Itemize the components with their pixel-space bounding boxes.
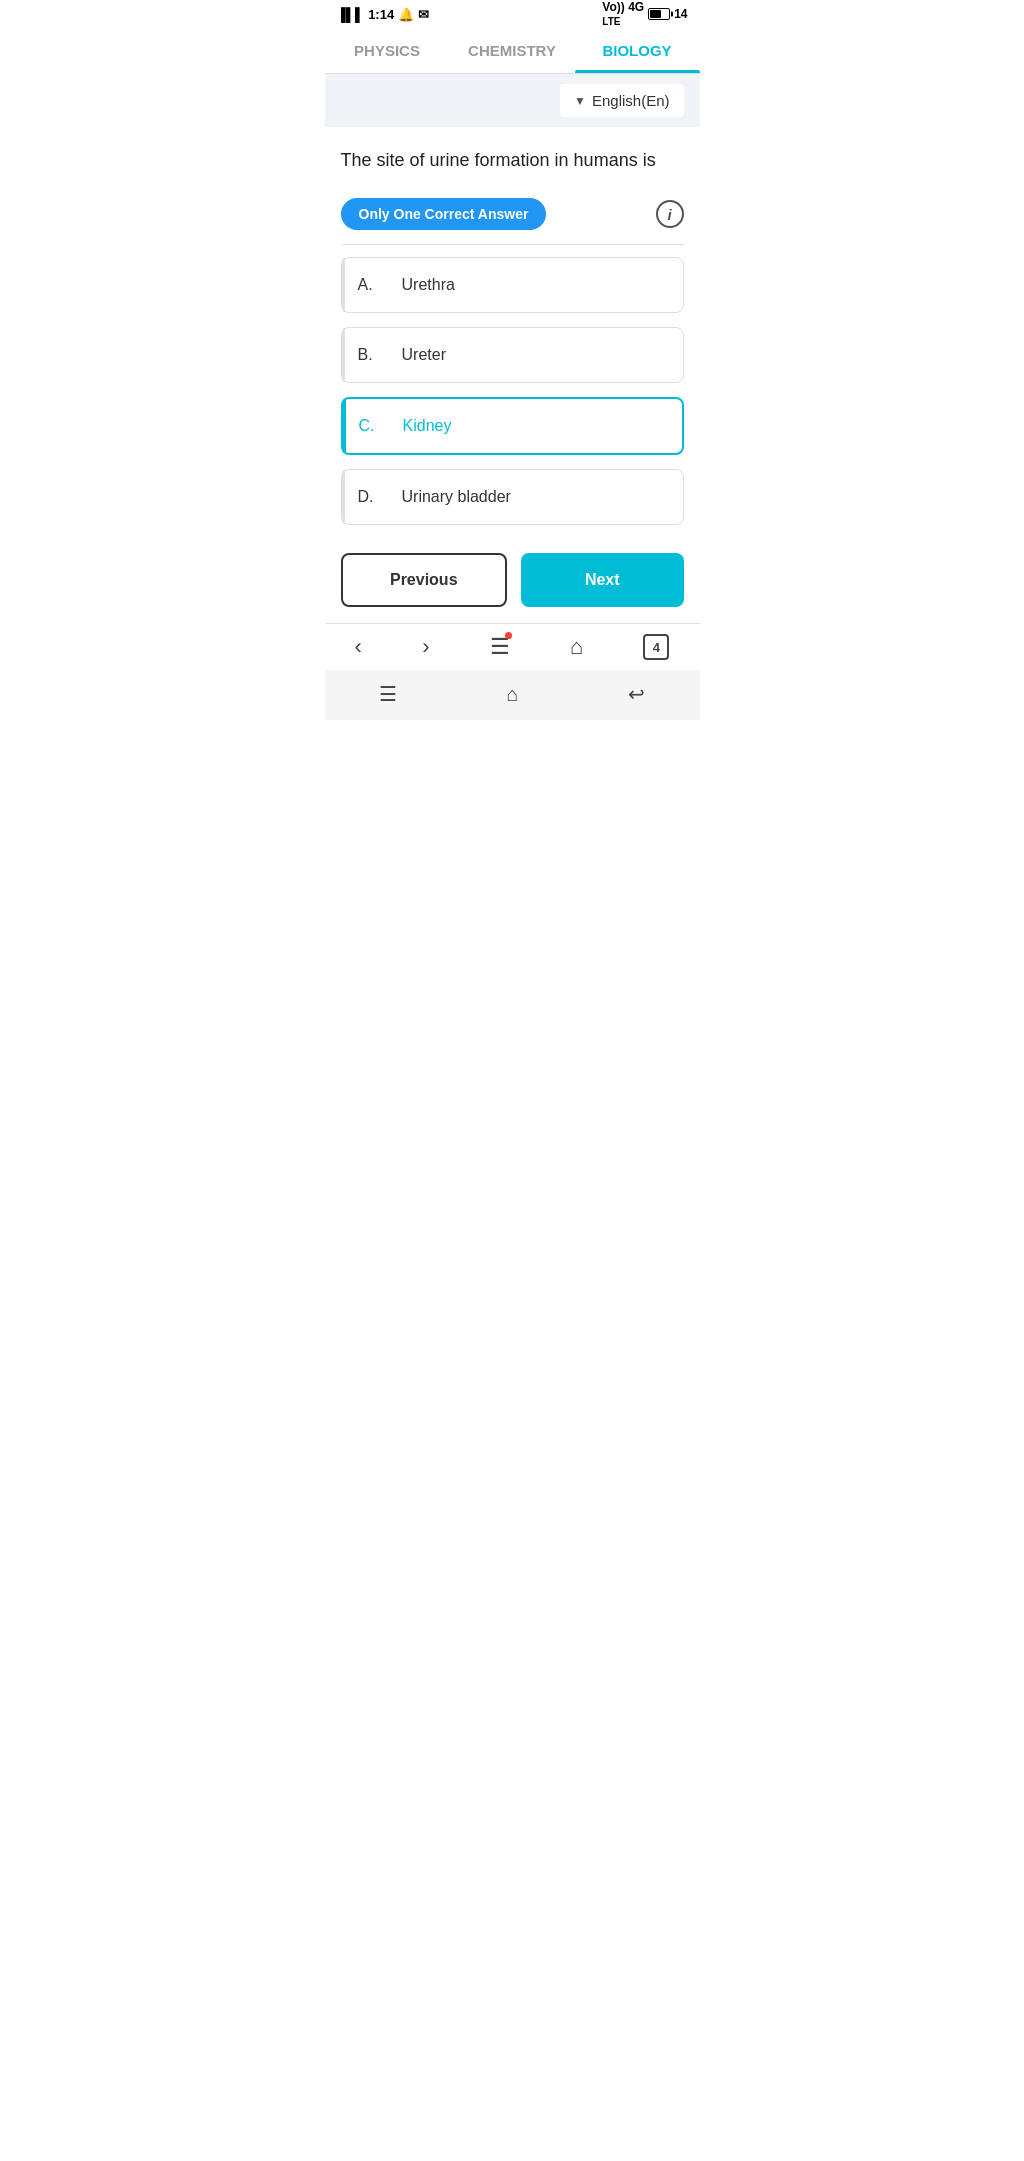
answer-type-badge: Only One Correct Answer <box>341 198 547 230</box>
email-icon: ✉ <box>418 7 429 22</box>
option-c-text: Kidney <box>403 417 452 435</box>
question-area: The site of urine formation in humans is <box>325 127 700 184</box>
option-d[interactable]: D. Urinary bladder <box>341 469 684 525</box>
option-d-label: D. <box>358 488 388 506</box>
app-bottom-bar: ‹ › ☰ ⌂ 4 <box>325 623 700 670</box>
option-b-text: Ureter <box>402 346 446 364</box>
info-icon[interactable]: i <box>656 200 684 228</box>
option-a-text: Urethra <box>402 276 455 294</box>
back-app-icon[interactable]: ‹ <box>355 634 362 660</box>
option-a[interactable]: A. Urethra <box>341 257 684 313</box>
tab-chemistry[interactable]: CHEMISTRY <box>450 28 575 73</box>
badge-row: Only One Correct Answer i <box>325 184 700 244</box>
system-hamburger-icon: ☰ <box>379 683 397 705</box>
back-chevron-icon: ‹ <box>355 634 362 660</box>
status-right: Vo)) 4GLTE 14 <box>602 0 687 28</box>
forward-chevron-icon: › <box>422 634 429 660</box>
options-area: A. Urethra B. Ureter C. Kidney D. Urinar… <box>325 245 700 537</box>
signal-icon: ▐▌▌ <box>337 7 365 22</box>
call-icon: 🔔 <box>398 7 414 22</box>
tab-count-badge: 4 <box>643 634 669 660</box>
square-app-icon[interactable]: 4 <box>643 634 669 660</box>
question-text: The site of urine formation in humans is <box>341 147 684 174</box>
option-c-label: C. <box>359 417 389 435</box>
language-selector[interactable]: ▼ English(En) <box>560 84 683 117</box>
battery-icon <box>648 8 670 20</box>
option-c[interactable]: C. Kidney <box>341 397 684 455</box>
nav-buttons: Previous Next <box>325 537 700 623</box>
system-back-icon[interactable]: ↩ <box>628 682 645 706</box>
time: 1:14 <box>368 7 394 22</box>
system-nav-bar: ☰ ⌂ ↩ <box>325 670 700 720</box>
option-b[interactable]: B. Ureter <box>341 327 684 383</box>
menu-app-icon[interactable]: ☰ <box>490 634 510 660</box>
option-d-text: Urinary bladder <box>402 488 511 506</box>
system-home-glyph: ⌂ <box>506 683 518 705</box>
next-button[interactable]: Next <box>521 553 684 607</box>
forward-app-icon[interactable]: › <box>422 634 429 660</box>
notification-dot <box>505 632 512 639</box>
chevron-down-icon: ▼ <box>574 94 586 108</box>
battery-level: 14 <box>674 7 687 21</box>
home-icon: ⌂ <box>570 634 583 660</box>
tab-biology[interactable]: BIOLOGY <box>575 28 700 73</box>
subject-tabs: PHYSICS CHEMISTRY BIOLOGY <box>325 28 700 74</box>
option-b-label: B. <box>358 346 388 364</box>
language-label: English(En) <box>592 92 670 109</box>
previous-button[interactable]: Previous <box>341 553 508 607</box>
tab-physics[interactable]: PHYSICS <box>325 28 450 73</box>
system-home-icon[interactable]: ⌂ <box>506 683 518 706</box>
language-bar: ▼ English(En) <box>325 74 700 127</box>
system-back-glyph: ↩ <box>628 683 645 705</box>
option-a-label: A. <box>358 276 388 294</box>
status-bar: ▐▌▌ 1:14 🔔 ✉ Vo)) 4GLTE 14 <box>325 0 700 28</box>
home-app-icon[interactable]: ⌂ <box>570 634 583 660</box>
system-menu-icon[interactable]: ☰ <box>379 682 397 706</box>
lte-label: Vo)) 4GLTE <box>602 0 644 28</box>
status-left: ▐▌▌ 1:14 🔔 ✉ <box>337 7 430 22</box>
